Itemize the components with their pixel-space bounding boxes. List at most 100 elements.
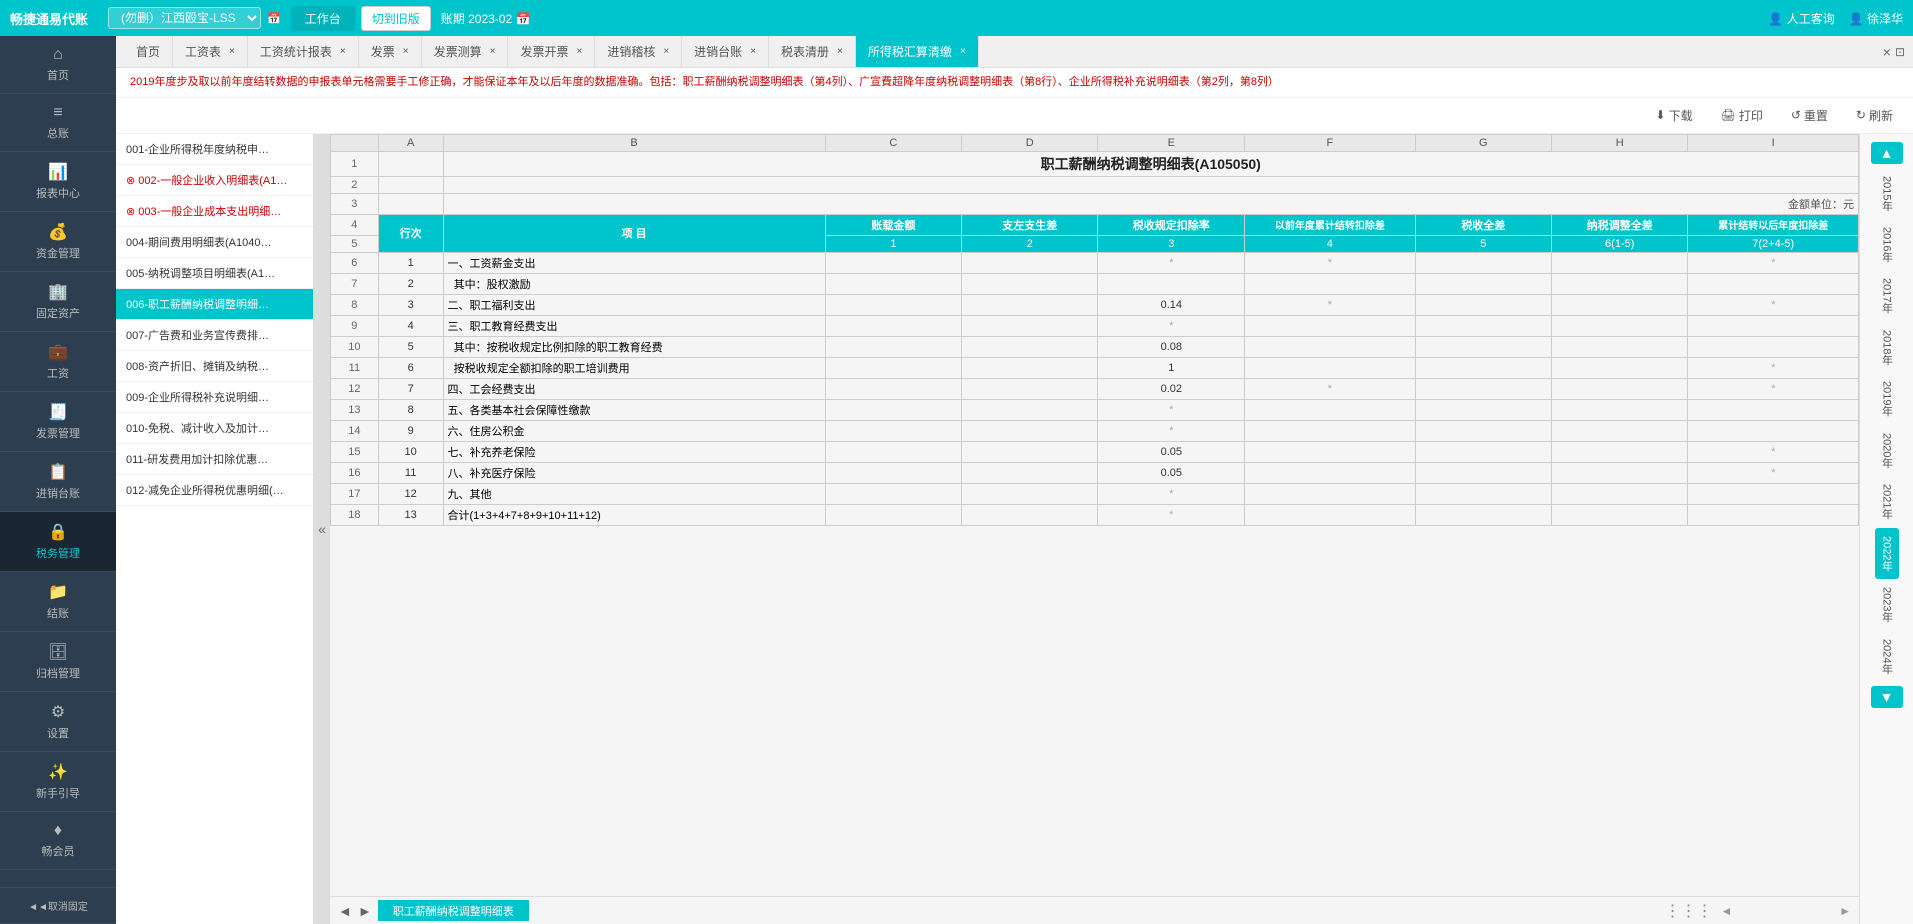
sheet-scroll-bar[interactable]: ◄ ► [1721, 904, 1851, 918]
sidebar-item-home[interactable]: ⌂ 首页 [0, 36, 116, 94]
sidebar-item-vip[interactable]: ♦ 畅会员 [0, 812, 116, 870]
company-dropdown[interactable]: (勿删）江西殴宝-LSS [108, 7, 261, 29]
sub-nav-005[interactable]: 005-纳税调整项目明细表(A1… [116, 258, 313, 289]
tab-close-icon[interactable]: × [403, 46, 409, 57]
sub-nav-012[interactable]: 012-减免企业所得税优惠明细(… [116, 475, 313, 506]
sidebar-item-label: 总账 [47, 125, 69, 141]
year-item-2023[interactable]: 2023年 [1879, 579, 1895, 630]
tab-invoice-open[interactable]: 发票开票 × [508, 36, 595, 68]
year-item-2022[interactable]: 2022年 [1875, 528, 1899, 579]
tab-home[interactable]: 首页 [124, 36, 173, 68]
report-icon: 📊 [48, 162, 68, 182]
tab-purchase-check[interactable]: 进销稽核 × [595, 36, 682, 68]
old-version-button[interactable]: 切到旧版 [361, 6, 431, 31]
sidebar-item-general[interactable]: ≡ 总账 [0, 94, 116, 152]
tab-close-icon[interactable]: × [960, 46, 966, 57]
row-num: 2 [331, 176, 379, 193]
col-header-e: E [1098, 134, 1245, 151]
sub-nav-008[interactable]: 008-资产折旧、摊销及纳税… [116, 351, 313, 382]
sub-nav-003[interactable]: ⊗003-一般企业成本支出明细… [116, 196, 313, 227]
workbench-button[interactable]: 工作台 [291, 6, 355, 31]
col-header-a: A [378, 134, 443, 151]
col-header-g: G [1415, 134, 1551, 151]
sheet-options-button[interactable]: ⋮⋮⋮ [1665, 901, 1713, 921]
top-bar: 畅捷通易代账 (勿删）江西殴宝-LSS 📅 工作台 切到旧版 账期 2023-0… [0, 0, 1913, 36]
user-profile[interactable]: 👤 徐泽华 [1849, 10, 1903, 27]
asset-icon: 💰 [48, 222, 68, 242]
year-panel: ▲ 2015年 2016年 2017年 2018年 2019年 2020年 20… [1859, 134, 1913, 924]
year-down-button[interactable]: ▼ [1871, 686, 1903, 708]
tab-purchase-ledger[interactable]: 进销台账 × [682, 36, 769, 68]
tab-close-icon[interactable]: × [229, 46, 235, 57]
table-row: 18 13 合计(1+3+4+7+8+9+10+11+12) * [331, 504, 1859, 525]
year-up-button[interactable]: ▲ [1871, 142, 1903, 164]
tab-close-icon[interactable]: × [490, 46, 496, 57]
sidebar-item-closing[interactable]: 📁 结账 [0, 572, 116, 632]
sidebar-item-report[interactable]: 📊 报表中心 [0, 152, 116, 212]
sheet-nav-right[interactable]: ► [358, 903, 372, 919]
sub-nav-010[interactable]: 010-免税、减计收入及加计… [116, 413, 313, 444]
sub-nav-collapse-button[interactable]: « [314, 134, 330, 924]
sub-nav-002[interactable]: ⊗002-一般企业收入明细表(A1… [116, 165, 313, 196]
sidebar-item-archive[interactable]: 🗄 归档管理 [0, 632, 116, 692]
year-item-2016[interactable]: 2016年 [1879, 219, 1895, 270]
header-xiangmu: 项 目 [443, 214, 825, 252]
calendar-icon[interactable]: 📅 [267, 12, 281, 25]
tab-close-icon[interactable]: × [750, 46, 756, 57]
cell-a1 [378, 151, 443, 176]
sidebar-item-label: 税务管理 [36, 545, 80, 561]
company-selector[interactable]: (勿删）江西殴宝-LSS 📅 [108, 7, 281, 29]
sidebar-item-salary[interactable]: 💼 工资 [0, 332, 116, 392]
sub-nav-001[interactable]: 001-企业所得税年度纳税申… [116, 134, 313, 165]
warning-text: 2019年度步及取以前年度结转数据的申报表单元格需要手工修正确，才能保证本年及以… [130, 76, 1279, 88]
customer-service[interactable]: 👤 人工客询 [1768, 10, 1834, 27]
year-item-2020[interactable]: 2020年 [1879, 425, 1895, 476]
refresh-icon: ↻ [1856, 108, 1866, 122]
tab-close-icon[interactable]: × [663, 46, 669, 57]
tab-bar: 首页 工资表 × 工资统计报表 × 发票 × 发票测算 × 发票开票 × [116, 36, 1913, 68]
sheet-nav-left[interactable]: ◄ [338, 903, 352, 919]
tab-income-tax[interactable]: 所得税汇算清缴 × [856, 36, 979, 68]
tab-invoice-calc[interactable]: 发票测算 × [422, 36, 509, 68]
close-all-tabs-button[interactable]: × [1883, 44, 1891, 60]
col-header-row: A B C D E F G H I [331, 134, 1859, 151]
sidebar-item-settings[interactable]: ⚙ 设置 [0, 692, 116, 752]
year-item-2018[interactable]: 2018年 [1879, 322, 1895, 373]
tab-salary-table[interactable]: 工资表 × [173, 36, 248, 68]
sidebar-item-tax[interactable]: 🔒 税务管理 [0, 512, 116, 572]
tab-close-icon[interactable]: × [340, 46, 346, 57]
sidebar-item-invoice[interactable]: 🧾 发票管理 [0, 392, 116, 452]
tab-tax-list[interactable]: 税表清册 × [769, 36, 856, 68]
sub-nav-004[interactable]: 004-期间费用明细表(A1040… [116, 227, 313, 258]
guide-icon: ✨ [48, 762, 68, 782]
table-row: 3 金额单位：元 [331, 193, 1859, 214]
tab-close-icon[interactable]: × [576, 46, 582, 57]
sidebar-item-guide[interactable]: ✨ 新手引导 [0, 752, 116, 812]
year-item-2017[interactable]: 2017年 [1879, 270, 1895, 321]
tab-salary-report[interactable]: 工资统计报表 × [248, 36, 359, 68]
sidebar-item-sales[interactable]: 📋 进销台账 [0, 452, 116, 512]
year-item-2015[interactable]: 2015年 [1879, 168, 1895, 219]
sub-nav-006[interactable]: 006-职工薪酬纳税调整明细… [116, 289, 313, 320]
restore-window-button[interactable]: ⊡ [1895, 45, 1905, 59]
download-button[interactable]: ⬇ 下载 [1648, 104, 1701, 127]
year-item-2021[interactable]: 2021年 [1879, 476, 1895, 527]
refresh-button[interactable]: ↻ 刷新 [1848, 104, 1901, 127]
sidebar-item-fixed-asset[interactable]: 🏢 固定资产 [0, 272, 116, 332]
reset-button[interactable]: ↺ 重置 [1783, 104, 1836, 127]
year-item-2019[interactable]: 2019年 [1879, 373, 1895, 424]
sidebar-item-label: 结账 [47, 605, 69, 621]
unpin-button[interactable]: ◄◄取消固定 [0, 888, 116, 924]
sheet-container[interactable]: A B C D E F G H I [330, 134, 1859, 897]
sub-nav-007[interactable]: 007-广告费和业务宣传费排… [116, 320, 313, 351]
tab-invoice[interactable]: 发票 × [359, 36, 422, 68]
sheet-tab-main[interactable]: 职工薪酬纳税调整明细表 [378, 900, 529, 921]
sub-nav-009[interactable]: 009-企业所得税补充说明细… [116, 382, 313, 413]
sub-nav-011[interactable]: 011-研发费用加计扣除优惠… [116, 444, 313, 475]
print-button[interactable]: 🖨 打印 [1713, 104, 1771, 127]
year-item-2024[interactable]: 2024年 [1879, 631, 1895, 682]
header-col5: 5 [1415, 235, 1551, 252]
sidebar-item-asset[interactable]: 💰 资金管理 [0, 212, 116, 272]
tab-close-icon[interactable]: × [837, 46, 843, 57]
col-header-b: B [443, 134, 825, 151]
